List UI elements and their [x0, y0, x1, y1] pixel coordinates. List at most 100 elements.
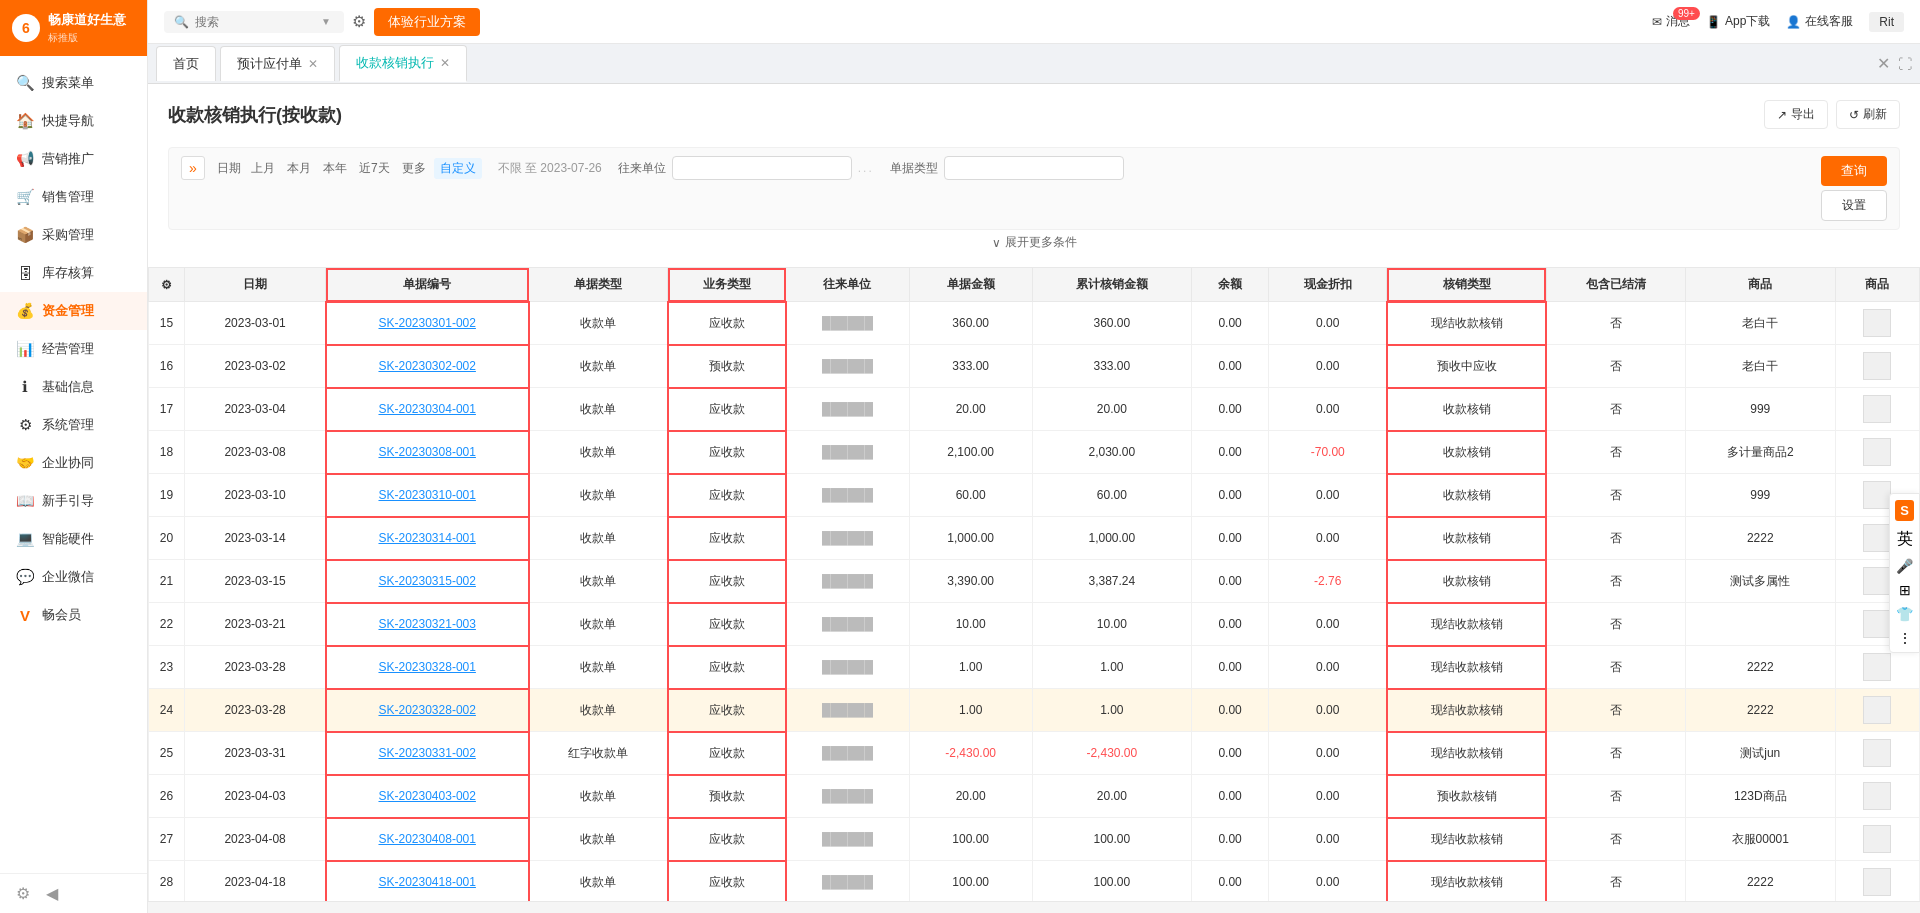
search-dropdown-arrow[interactable]: ▼: [321, 16, 331, 27]
table-row[interactable]: 21 2023-03-15 SK-20230315-002 收款单 应收款 ██…: [149, 560, 1920, 603]
voucher-type-select[interactable]: [944, 156, 1124, 180]
table-row[interactable]: 26 2023-04-03 SK-20230403-002 收款单 预收款 ██…: [149, 775, 1920, 818]
floating-grid-icon[interactable]: ⊞: [1895, 582, 1914, 598]
date-btn-last-month[interactable]: 上月: [247, 158, 279, 179]
filter-toggle-btn[interactable]: »: [181, 156, 205, 180]
cell-doc-no[interactable]: SK-20230310-001: [326, 474, 529, 517]
user-profile[interactable]: Rit: [1869, 12, 1904, 32]
service-btn[interactable]: 👤 在线客服: [1786, 13, 1853, 30]
table-row[interactable]: 19 2023-03-10 SK-20230310-001 收款单 应收款 ██…: [149, 474, 1920, 517]
message-btn[interactable]: ✉ 消息 99+: [1652, 13, 1690, 30]
sidebar-item-guide[interactable]: 📖 新手引导: [0, 482, 147, 520]
sidebar-item-wechat[interactable]: 💬 企业微信: [0, 558, 147, 596]
doc-no-link[interactable]: SK-20230315-002: [378, 574, 475, 588]
table-row[interactable]: 18 2023-03-08 SK-20230308-001 收款单 应收款 ██…: [149, 431, 1920, 474]
doc-no-link[interactable]: SK-20230328-001: [378, 660, 475, 674]
cell-doc-no[interactable]: SK-20230302-002: [326, 345, 529, 388]
topbar-gear-icon[interactable]: ⚙: [352, 12, 366, 31]
col-settings-icon[interactable]: ⚙: [161, 278, 172, 292]
sidebar-item-sales[interactable]: 🛒 销售管理: [0, 178, 147, 216]
cell-doc-no[interactable]: SK-20230315-002: [326, 560, 529, 603]
cell-doc-no[interactable]: SK-20230321-003: [326, 603, 529, 646]
doc-no-link[interactable]: SK-20230321-003: [378, 617, 475, 631]
floating-s-icon[interactable]: S: [1895, 500, 1914, 521]
cell-doc-no[interactable]: SK-20230328-002: [326, 689, 529, 732]
table-row[interactable]: 16 2023-03-02 SK-20230302-002 收款单 预收款 ██…: [149, 345, 1920, 388]
cell-doc-no[interactable]: SK-20230328-001: [326, 646, 529, 689]
sidebar-item-marketing[interactable]: 📢 营销推广: [0, 140, 147, 178]
floating-translate-icon[interactable]: 英: [1895, 529, 1914, 550]
table-row[interactable]: 22 2023-03-21 SK-20230321-003 收款单 应收款 ██…: [149, 603, 1920, 646]
cell-doc-no[interactable]: SK-20230308-001: [326, 431, 529, 474]
tabbar-expand-icon[interactable]: ⛶: [1898, 56, 1912, 72]
settings-bottom-icon[interactable]: ⚙: [16, 884, 30, 903]
cell-doc-no[interactable]: SK-20230301-002: [326, 302, 529, 345]
doc-no-link[interactable]: SK-20230301-002: [378, 316, 475, 330]
table-row[interactable]: 20 2023-03-14 SK-20230314-001 收款单 应收款 ██…: [149, 517, 1920, 560]
tab-prepay[interactable]: 预计应付单 ✕: [220, 46, 335, 81]
date-btn-7days[interactable]: 近7天: [355, 158, 394, 179]
cell-doc-no[interactable]: SK-20230418-001: [326, 861, 529, 902]
sidebar-item-inventory[interactable]: 🗄 库存核算: [0, 254, 147, 292]
doc-no-link[interactable]: SK-20230418-001: [378, 875, 475, 889]
sidebar-item-system[interactable]: ⚙ 系统管理: [0, 406, 147, 444]
doc-no-link[interactable]: SK-20230308-001: [378, 445, 475, 459]
export-button[interactable]: ↗ 导出: [1764, 100, 1828, 129]
doc-no-link[interactable]: SK-20230310-001: [378, 488, 475, 502]
table-row[interactable]: 23 2023-03-28 SK-20230328-001 收款单 应收款 ██…: [149, 646, 1920, 689]
search-box[interactable]: 🔍 ▼: [164, 11, 344, 33]
sidebar-item-basic[interactable]: ℹ 基础信息: [0, 368, 147, 406]
tabbar-close-all-icon[interactable]: ✕: [1877, 54, 1890, 73]
sidebar-item-operation[interactable]: 📊 经营管理: [0, 330, 147, 368]
col-settings[interactable]: ⚙: [149, 268, 185, 302]
filter-settings-button[interactable]: 设置: [1821, 190, 1887, 221]
date-btn-this-year[interactable]: 本年: [319, 158, 351, 179]
industry-btn[interactable]: 体验行业方案: [374, 8, 480, 36]
query-button[interactable]: 查询: [1821, 156, 1887, 186]
sidebar-item-hardware[interactable]: 💻 智能硬件: [0, 520, 147, 558]
doc-no-link[interactable]: SK-20230314-001: [378, 531, 475, 545]
doc-no-link[interactable]: SK-20230304-001: [378, 402, 475, 416]
cell-doc-no[interactable]: SK-20230403-002: [326, 775, 529, 818]
app-download-btn[interactable]: 📱 App下载: [1706, 13, 1770, 30]
doc-no-link[interactable]: SK-20230403-002: [378, 789, 475, 803]
expand-more-btn[interactable]: ∨ 展开更多条件: [992, 234, 1077, 251]
tab-receipt-exec[interactable]: 收款核销执行 ✕: [339, 45, 467, 82]
partner-input[interactable]: [672, 156, 852, 180]
table-row[interactable]: 15 2023-03-01 SK-20230301-002 收款单 应收款 ██…: [149, 302, 1920, 345]
cell-doc-no[interactable]: SK-20230314-001: [326, 517, 529, 560]
collapse-icon[interactable]: ◀: [46, 884, 58, 903]
table-row[interactable]: 24 2023-03-28 SK-20230328-002 收款单 应收款 ██…: [149, 689, 1920, 732]
cell-doc-no[interactable]: SK-20230304-001: [326, 388, 529, 431]
doc-no-link[interactable]: SK-20230302-002: [378, 359, 475, 373]
doc-no-link[interactable]: SK-20230328-002: [378, 703, 475, 717]
doc-no-link[interactable]: SK-20230331-002: [378, 746, 475, 760]
table-row[interactable]: 27 2023-04-08 SK-20230408-001 收款单 应收款 ██…: [149, 818, 1920, 861]
sidebar-item-quicknav[interactable]: 🏠 快捷导航: [0, 102, 147, 140]
table-row[interactable]: 17 2023-03-04 SK-20230304-001 收款单 应收款 ██…: [149, 388, 1920, 431]
refresh-button[interactable]: ↺ 刷新: [1836, 100, 1900, 129]
cell-balance: 0.00: [1192, 732, 1269, 775]
table-row[interactable]: 25 2023-03-31 SK-20230331-002 红字收款单 应收款 …: [149, 732, 1920, 775]
sidebar-item-company[interactable]: 🤝 企业协同: [0, 444, 147, 482]
date-custom-btn[interactable]: 自定义: [434, 158, 482, 179]
date-btn-this-month[interactable]: 本月: [283, 158, 315, 179]
table-row[interactable]: 28 2023-04-18 SK-20230418-001 收款单 应收款 ██…: [149, 861, 1920, 902]
floating-mic-icon[interactable]: 🎤: [1895, 558, 1914, 574]
sidebar-item-purchase[interactable]: 📦 采购管理: [0, 216, 147, 254]
doc-no-link[interactable]: SK-20230408-001: [378, 832, 475, 846]
tab-home[interactable]: 首页: [156, 46, 216, 81]
sidebar-item-search[interactable]: 🔍 搜索菜单: [0, 64, 147, 102]
floating-tshirt-icon[interactable]: 👕: [1895, 606, 1914, 622]
horizontal-scrollbar[interactable]: [148, 901, 1920, 913]
tab-receipt-close[interactable]: ✕: [440, 56, 450, 70]
cell-doc-no[interactable]: SK-20230331-002: [326, 732, 529, 775]
sidebar-item-member[interactable]: V 畅会员: [0, 596, 147, 634]
tab-prepay-close[interactable]: ✕: [308, 57, 318, 71]
floating-more-icon[interactable]: ⋮: [1895, 630, 1914, 646]
date-btn-more[interactable]: 更多: [398, 158, 430, 179]
search-input[interactable]: [195, 15, 315, 29]
sidebar-item-finance[interactable]: 💰 资金管理: [0, 292, 147, 330]
cell-doc-no[interactable]: SK-20230408-001: [326, 818, 529, 861]
table-container[interactable]: ⚙ 日期 单据编号 单据类型 业务类型 往来单位 单据金额 累计核销金额 余额 …: [148, 267, 1920, 901]
